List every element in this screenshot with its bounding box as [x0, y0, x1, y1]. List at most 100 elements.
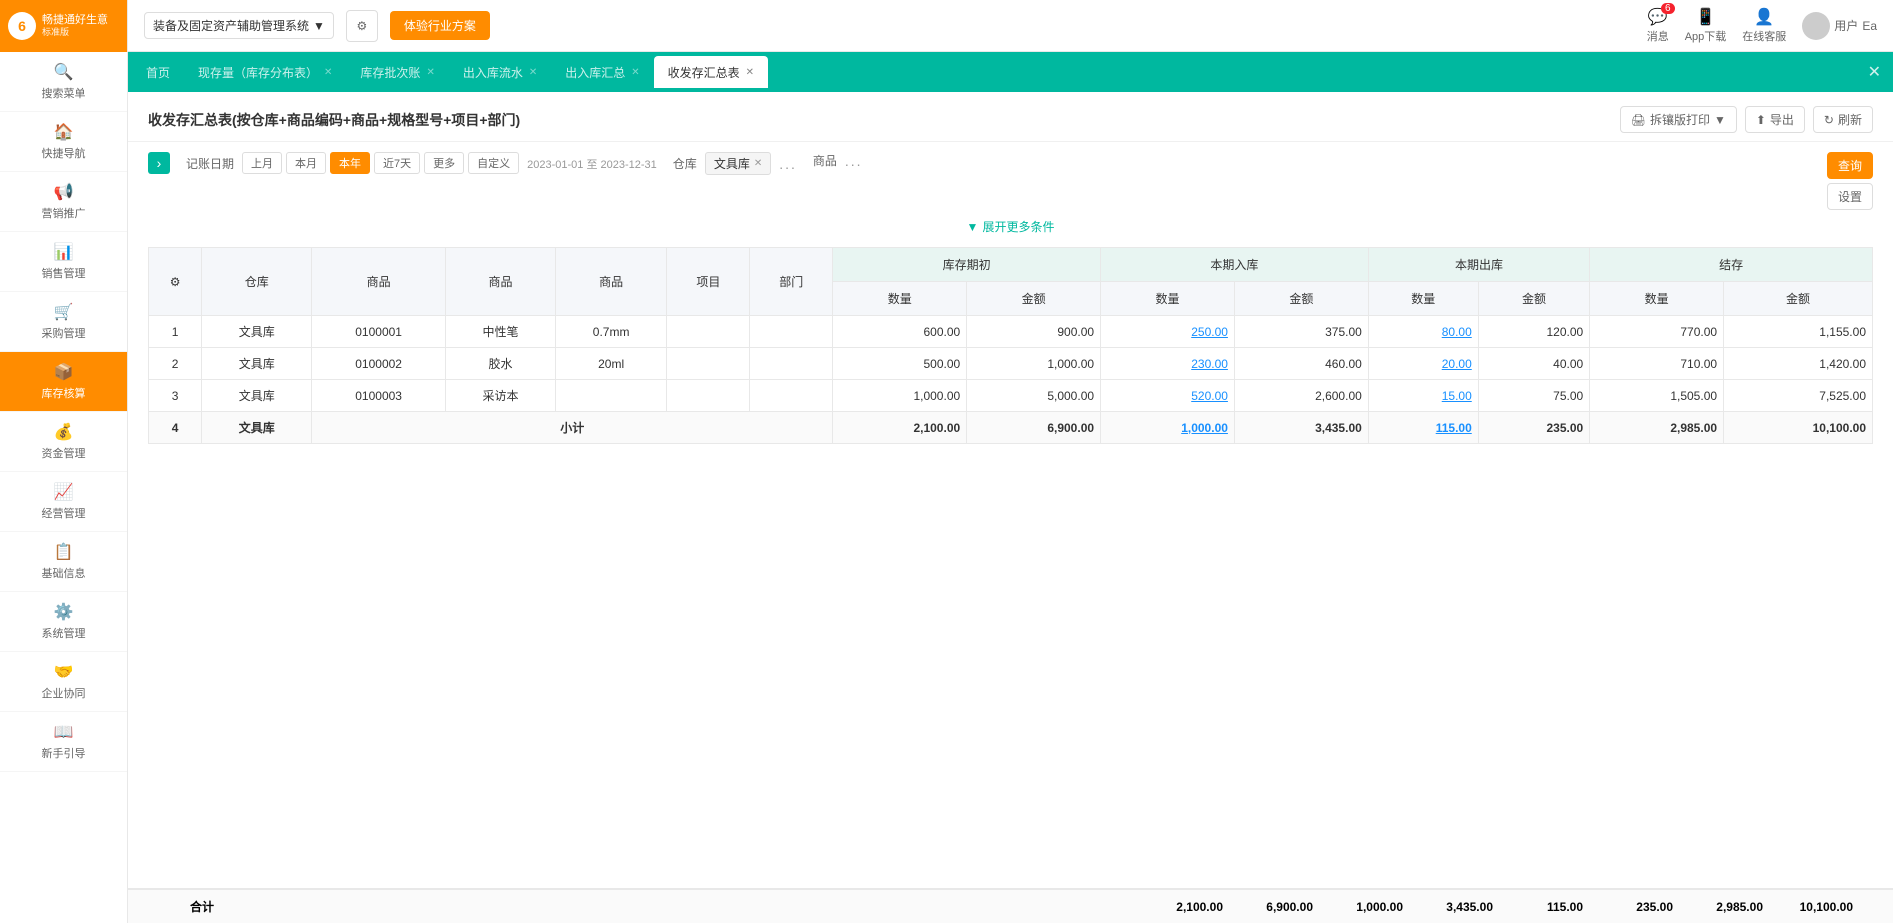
print-button[interactable]: 🖨 拆镶版打印 ▼	[1620, 106, 1737, 133]
filter-toggle-button[interactable]: ›	[148, 152, 170, 174]
app-download-button[interactable]: 📱 App下载	[1685, 7, 1727, 44]
refresh-button[interactable]: ↻ 刷新	[1813, 106, 1873, 133]
tab-in-out-flow[interactable]: 出入库流水 ✕	[449, 56, 551, 88]
main-area: 装备及固定资产辅助管理系统 ▼ ⚙ 体验行业方案 💬 6 消息 📱 App下载 …	[128, 0, 1893, 923]
row-code: 0100002	[312, 348, 446, 380]
tab-recv-send-summary[interactable]: 收发存汇总表 ✕	[654, 56, 768, 88]
sidebar-item-finance[interactable]: 💰 资金管理	[0, 412, 127, 472]
close-tab-in-out-summary[interactable]: ✕	[631, 67, 639, 78]
sidebar-item-purchase[interactable]: 🛒 采购管理	[0, 292, 127, 352]
sidebar-item-quicknav[interactable]: 🏠 快捷导航	[0, 112, 127, 172]
name-col-header: 商品	[446, 248, 556, 316]
system-selector[interactable]: 装备及固定资产辅助管理系统 ▼	[144, 12, 334, 39]
settings-gear-button[interactable]: ⚙	[346, 10, 378, 42]
page-actions: 🖨 拆镶版打印 ▼ ⬆ 导出 ↻ 刷新	[1620, 106, 1873, 133]
close-tab-inventory-dist[interactable]: ✕	[324, 67, 332, 78]
opening-group-header: 库存期初	[833, 248, 1101, 282]
subtotal-closing-qty: 2,985.00	[1590, 412, 1724, 444]
page-header: 收发存汇总表(按仓库+商品编码+商品+规格型号+项目+部门) 🖨 拆镶版打印 ▼…	[128, 92, 1893, 142]
date-btn-custom[interactable]: 自定义	[468, 152, 519, 174]
subtotal-out-qty: 115.00	[1368, 412, 1478, 444]
row-closing-qty: 770.00	[1590, 316, 1724, 348]
dept-col-header: 部门	[750, 248, 833, 316]
topbar-right: 💬 6 消息 📱 App下载 👤 在线客服 用户 Ea	[1647, 7, 1877, 44]
row-in-amt: 2,600.00	[1234, 380, 1368, 412]
date-btn-last-month[interactable]: 上月	[242, 152, 282, 174]
subtotal-opening-qty: 2,100.00	[833, 412, 967, 444]
date-btn-this-year[interactable]: 本年	[330, 152, 370, 174]
user-menu-button[interactable]: 用户 Ea	[1802, 12, 1877, 40]
row-closing-amt: 1,155.00	[1724, 316, 1873, 348]
settings-col-header[interactable]: ⚙	[149, 248, 202, 316]
row-in-qty: 520.00	[1101, 380, 1235, 412]
online-service-button[interactable]: 👤 在线客服	[1742, 7, 1786, 44]
subtotal-closing-amt: 10,100.00	[1724, 412, 1873, 444]
sidebar-item-enterprise[interactable]: 🤝 企业协同	[0, 652, 127, 712]
subtotal-in-amt: 3,435.00	[1234, 412, 1368, 444]
date-buttons: 上月 本月 本年 近7天 更多 自定义	[242, 152, 519, 174]
table-row: 2 文具库 0100002 胶水 20ml 500.00 1,000.00 23…	[149, 348, 1873, 380]
download-icon: 📱	[1696, 7, 1716, 27]
row-name: 中性笔	[446, 316, 556, 348]
marketing-icon: 📢	[54, 182, 74, 202]
data-table-container: ⚙ 仓库 商品 商品 商品 项目 部门 库存期初 本期入库 本期出库 结存 数量	[128, 247, 1893, 888]
expand-filter-button[interactable]: ▼ 展开更多条件	[967, 218, 1055, 235]
opening-amt-header: 金额	[967, 282, 1101, 316]
row-in-qty: 250.00	[1101, 316, 1235, 348]
project-col-header: 项目	[667, 248, 750, 316]
tab-home[interactable]: 首页	[132, 56, 184, 88]
logo-text: 畅捷通好生意 标准版	[42, 13, 108, 39]
date-btn-7days[interactable]: 近7天	[374, 152, 420, 174]
close-all-tabs-button[interactable]: ✕	[1860, 58, 1889, 86]
row-closing-amt: 1,420.00	[1724, 348, 1873, 380]
sidebar-item-guide[interactable]: 📖 新手引导	[0, 712, 127, 772]
date-btn-this-month[interactable]: 本月	[286, 152, 326, 174]
sidebar-item-operations[interactable]: 📈 经营管理	[0, 472, 127, 532]
trial-button[interactable]: 体验行业方案	[390, 11, 490, 40]
sidebar-item-inventory[interactable]: 📦 库存核算	[0, 352, 127, 412]
sidebar-item-marketing[interactable]: 📢 营销推广	[0, 172, 127, 232]
close-tab-batch-ledger[interactable]: ✕	[426, 67, 434, 78]
row-warehouse: 文具库	[202, 316, 312, 348]
total-out-qty: 115.00	[1493, 900, 1583, 914]
warehouse-tag[interactable]: 文具库 ✕	[705, 152, 771, 175]
row-closing-qty: 710.00	[1590, 348, 1724, 380]
tab-inventory-dist[interactable]: 现存量（库存分布表） ✕	[184, 56, 346, 88]
close-tab-in-out-flow[interactable]: ✕	[529, 67, 537, 78]
system-icon: ⚙️	[54, 602, 74, 622]
subtotal-in-qty: 1,000.00	[1101, 412, 1235, 444]
remove-warehouse-tag[interactable]: ✕	[754, 158, 762, 169]
settings-button[interactable]: 设置	[1827, 183, 1873, 210]
row-name: 胶水	[446, 348, 556, 380]
row-in-amt: 375.00	[1234, 316, 1368, 348]
warehouse-more-button[interactable]: ...	[779, 156, 797, 172]
in-group-header: 本期入库	[1101, 248, 1369, 282]
closing-group-header: 结存	[1590, 248, 1873, 282]
filter-bar: › 记账日期 上月 本月 本年 近7天 更多 自定义 2023-01-01 至 …	[128, 142, 1893, 247]
notification-button[interactable]: 💬 6 消息	[1647, 7, 1669, 44]
row-closing-amt: 7,525.00	[1724, 380, 1873, 412]
row-no: 3	[149, 380, 202, 412]
filter-line1: › 记账日期 上月 本月 本年 近7天 更多 自定义 2023-01-01 至 …	[128, 142, 1893, 214]
close-tab-recv-send-summary[interactable]: ✕	[746, 67, 754, 78]
query-button[interactable]: 查询	[1827, 152, 1873, 179]
sidebar-item-sales[interactable]: 📊 销售管理	[0, 232, 127, 292]
row-no: 1	[149, 316, 202, 348]
export-button[interactable]: ⬆ 导出	[1745, 106, 1805, 133]
operations-icon: 📈	[54, 482, 74, 502]
tab-in-out-summary[interactable]: 出入库汇总 ✕	[551, 56, 653, 88]
row-out-amt: 120.00	[1478, 316, 1589, 348]
sidebar-item-system[interactable]: ⚙️ 系统管理	[0, 592, 127, 652]
tab-batch-ledger[interactable]: 库存批次账 ✕	[346, 56, 448, 88]
in-qty-header: 数量	[1101, 282, 1235, 316]
total-in-qty: 1,000.00	[1313, 900, 1403, 914]
goods-more-button[interactable]: ...	[845, 153, 863, 169]
row-no: 2	[149, 348, 202, 380]
sidebar-item-baseinfo[interactable]: 📋 基础信息	[0, 532, 127, 592]
topbar: 装备及固定资产辅助管理系统 ▼ ⚙ 体验行业方案 💬 6 消息 📱 App下载 …	[128, 0, 1893, 52]
sidebar-item-search[interactable]: 🔍 搜索菜单	[0, 52, 127, 112]
sidebar: 6 畅捷通好生意 标准版 🔍 搜索菜单 🏠 快捷导航 📢 营销推广 📊 销售管理…	[0, 0, 128, 923]
date-btn-more[interactable]: 更多	[424, 152, 464, 174]
row-spec	[555, 380, 666, 412]
total-label: 合计	[190, 898, 310, 915]
